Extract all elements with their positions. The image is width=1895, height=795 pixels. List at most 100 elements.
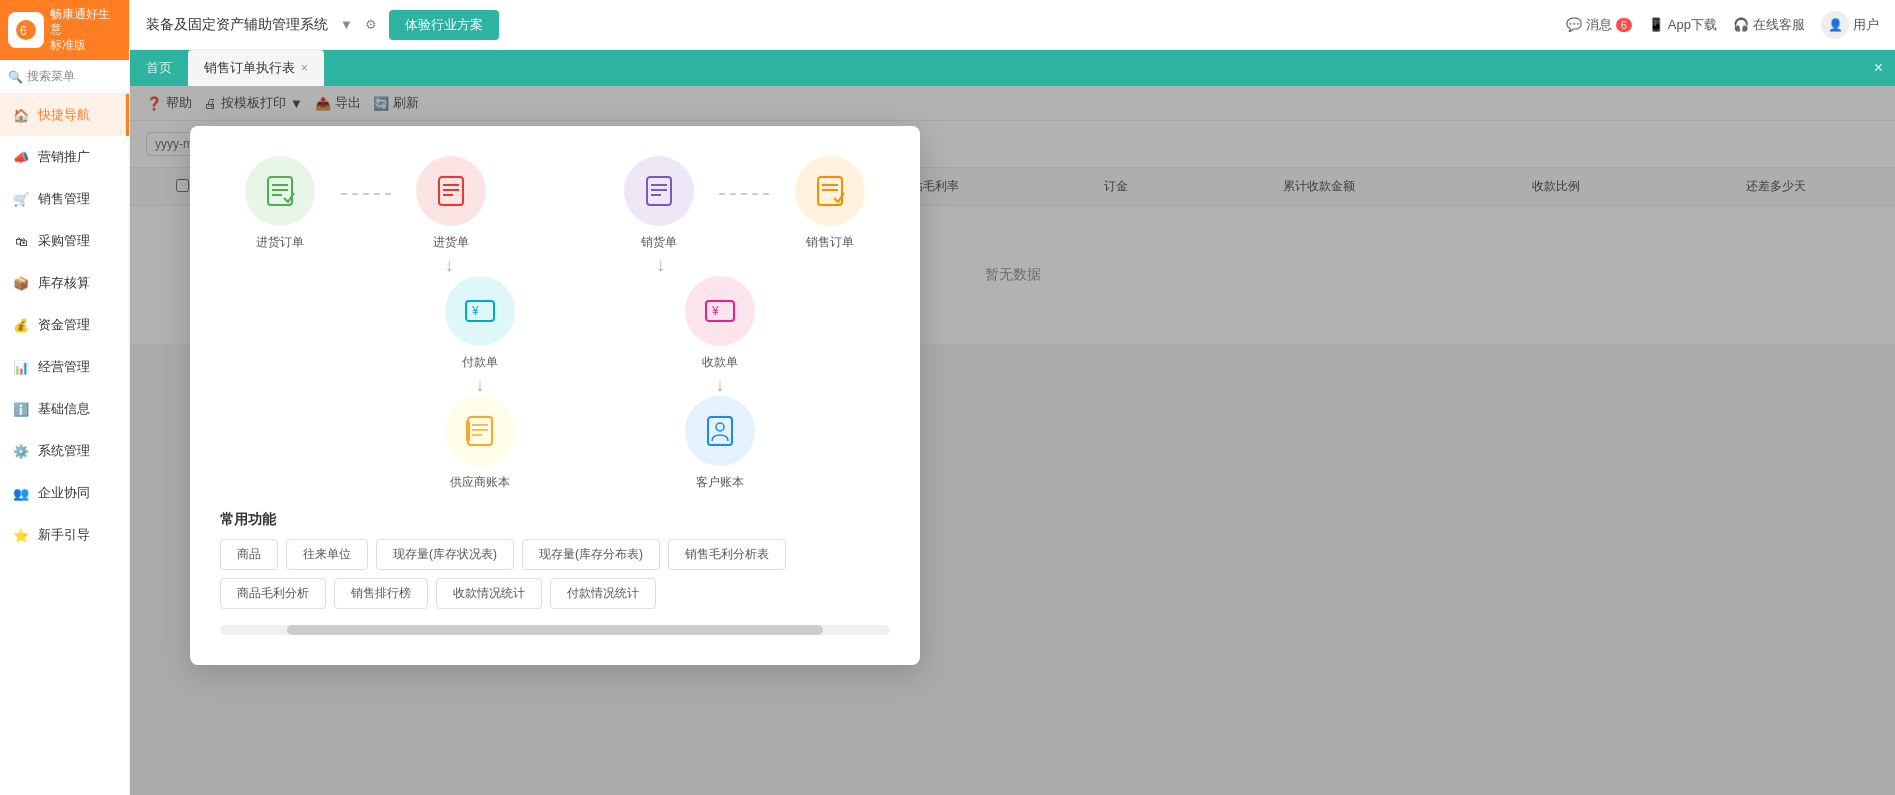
down-arrow-sales: ↓	[599, 255, 722, 276]
svg-text:6: 6	[20, 24, 27, 38]
search-icon: 🔍	[8, 70, 23, 84]
message-badge: 6	[1616, 18, 1632, 32]
modal-scrollbar-thumb	[287, 625, 823, 635]
sidebar-item-operation[interactable]: 📊 经营管理	[0, 346, 129, 388]
purchase-order-circle	[245, 156, 315, 226]
headset-icon: 🎧	[1733, 17, 1749, 32]
svg-rect-22	[466, 421, 470, 441]
message-icon: 💬	[1566, 17, 1582, 32]
tab-close-btn[interactable]: ×	[301, 61, 308, 75]
flow-down-arrows: ↓ ↓	[220, 255, 890, 276]
common-btn-sales-rank[interactable]: 销售排行榜	[334, 578, 428, 609]
logo-icon: 6	[8, 12, 44, 48]
customer-ledger-circle	[685, 396, 755, 466]
main-content: 装备及固定资产辅助管理系统 ▼ ⚙ 体验行业方案 💬 消息 6 📱 App下载 …	[130, 0, 1895, 795]
receipt-circle: ¥	[685, 276, 755, 346]
flow-mid-row: ¥ 付款单 ¥ 收款单	[220, 276, 890, 371]
sidebar-item-purchase[interactable]: 🛍 采购管理	[0, 220, 129, 262]
flow-item-payment[interactable]: ¥ 付款单	[410, 276, 550, 371]
down-arrow-receipt: ↓	[650, 375, 790, 396]
sales-order-circle	[795, 156, 865, 226]
common-btn-payment-stat[interactable]: 付款情况统计	[550, 578, 656, 609]
sidebar-item-guide[interactable]: ⭐ 新手引导	[0, 514, 129, 556]
logo-text: 畅康通好生意 标准版	[50, 7, 121, 54]
svg-rect-17	[466, 301, 494, 321]
receipt-label: 收款单	[702, 354, 738, 371]
tab-bar-close-btn[interactable]: ×	[1874, 59, 1895, 77]
sales-order-label: 销售订单	[806, 234, 854, 251]
message-link[interactable]: 💬 消息 6	[1566, 16, 1632, 34]
service-link[interactable]: 🎧 在线客服	[1733, 16, 1805, 34]
flow-section: 进货订单 进货单	[220, 156, 890, 495]
sidebar-item-system[interactable]: ⚙️ 系统管理	[0, 430, 129, 472]
sidebar-item-quicknav[interactable]: 🏠 快捷导航	[0, 94, 129, 136]
box-icon: 📦	[12, 274, 30, 292]
tab-home[interactable]: 首页	[130, 50, 188, 86]
experience-btn[interactable]: 体验行业方案	[389, 10, 499, 40]
common-buttons: 商品 往来单位 现存量(库存状况表) 现存量(库存分布表) 销售毛利分析表 商品…	[220, 539, 890, 609]
common-btn-product-gross[interactable]: 商品毛利分析	[220, 578, 326, 609]
sidebar-item-basic[interactable]: ℹ️ 基础信息	[0, 388, 129, 430]
system-title: 装备及固定资产辅助管理系统	[146, 16, 328, 34]
down-arrow-payment: ↓	[410, 375, 550, 396]
supplier-ledger-label: 供应商账本	[450, 474, 510, 491]
home-icon: 🏠	[12, 106, 30, 124]
flow-modal: 进货订单 进货单	[190, 126, 920, 665]
sidebar-item-sales[interactable]: 🛒 销售管理	[0, 178, 129, 220]
modal-scrollbar[interactable]	[220, 625, 890, 635]
flow-item-customer-ledger[interactable]: 客户账本	[650, 396, 790, 491]
avatar-icon: 👤	[1821, 11, 1849, 39]
modal-overlay[interactable]: 进货订单 进货单	[130, 86, 1895, 795]
topbar-right: 💬 消息 6 📱 App下载 🎧 在线客服 👤 用户	[1566, 11, 1879, 39]
common-btn-product[interactable]: 商品	[220, 539, 278, 570]
payment-circle: ¥	[445, 276, 515, 346]
svg-rect-21	[468, 417, 492, 445]
user-avatar[interactable]: 👤 用户	[1821, 11, 1879, 39]
people-icon: 👥	[12, 484, 30, 502]
app-download-link[interactable]: 📱 App下载	[1648, 16, 1717, 34]
arrow-from-sales-order	[719, 193, 769, 195]
dropdown-icon[interactable]: ▼	[340, 17, 353, 32]
cart-icon: 🛒	[12, 190, 30, 208]
supplier-ledger-circle	[445, 396, 515, 466]
tab-sales-exec[interactable]: 销售订单执行表 ×	[188, 50, 324, 86]
sidebar-item-inventory[interactable]: 📦 库存核算	[0, 262, 129, 304]
page-content: ❓ 帮助 🖨 按模板打印 ▼ 📤 导出 🔄 刷新 📅 — 📅	[130, 86, 1895, 795]
sales-bill-label: 销货单	[641, 234, 677, 251]
settings-icon[interactable]: ⚙	[365, 17, 377, 32]
sidebar: 6 畅康通好生意 标准版 🔍 搜索菜单 🏠 快捷导航 📣 营销推广 🛒 销售管理…	[0, 0, 130, 795]
flow-item-purchase-order[interactable]: 进货订单	[220, 156, 341, 251]
common-btn-gross-analysis[interactable]: 销售毛利分析表	[668, 539, 786, 570]
purchase-order-label: 进货订单	[256, 234, 304, 251]
flow-down-arrows2: ↓ ↓	[220, 375, 890, 396]
sidebar-item-collab[interactable]: 👥 企业协同	[0, 472, 129, 514]
common-btn-receipt-stat[interactable]: 收款情况统计	[436, 578, 542, 609]
common-btn-stock-status[interactable]: 现存量(库存状况表)	[376, 539, 514, 570]
tabbar: 首页 销售订单执行表 × ×	[130, 50, 1895, 86]
payment-label: 付款单	[462, 354, 498, 371]
common-btn-stock-dist[interactable]: 现存量(库存分布表)	[522, 539, 660, 570]
flow-top-row: 进货订单 进货单	[220, 156, 890, 251]
arrow-to-purchase	[341, 193, 391, 195]
flow-item-receipt[interactable]: ¥ 收款单	[650, 276, 790, 371]
svg-text:¥: ¥	[471, 304, 479, 318]
sidebar-nav: 🏠 快捷导航 📣 营销推广 🛒 销售管理 🛍 采购管理 📦 库存核算 💰 资金管…	[0, 94, 129, 795]
purchase-bill-circle	[416, 156, 486, 226]
common-btn-partner[interactable]: 往来单位	[286, 539, 368, 570]
info-icon: ℹ️	[12, 400, 30, 418]
chart-icon: 📊	[12, 358, 30, 376]
phone-icon: 📱	[1648, 17, 1664, 32]
wallet-icon: 💰	[12, 316, 30, 334]
flow-item-purchase-bill[interactable]: 进货单	[391, 156, 512, 251]
bag-icon: 🛍	[12, 232, 30, 250]
down-arrow-purchase: ↓	[388, 255, 511, 276]
flow-item-sales-bill[interactable]: 销货单	[598, 156, 719, 251]
sidebar-search[interactable]: 🔍 搜索菜单	[0, 60, 129, 94]
sidebar-item-marketing[interactable]: 📣 营销推广	[0, 136, 129, 178]
sidebar-item-finance[interactable]: 💰 资金管理	[0, 304, 129, 346]
sidebar-logo: 6 畅康通好生意 标准版	[0, 0, 129, 60]
flow-item-supplier-ledger[interactable]: 供应商账本	[410, 396, 550, 491]
svg-rect-19	[706, 301, 734, 321]
star-icon: ⭐	[12, 526, 30, 544]
flow-item-sales-order[interactable]: 销售订单	[769, 156, 890, 251]
